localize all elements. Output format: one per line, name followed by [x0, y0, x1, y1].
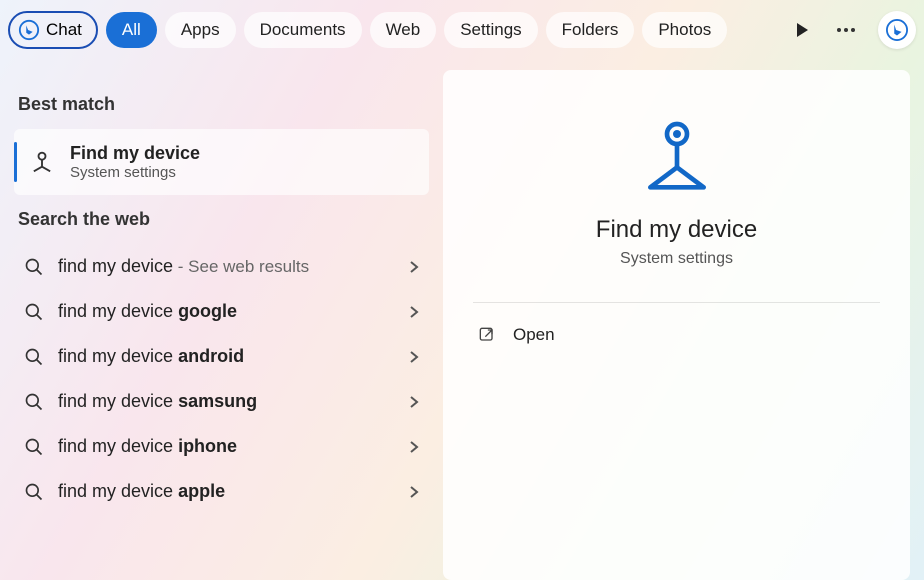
best-match-item[interactable]: Find my device System settings — [14, 129, 429, 195]
web-result-item[interactable]: find my device - See web results — [14, 244, 429, 289]
detail-subtitle: System settings — [620, 250, 733, 268]
play-button[interactable] — [784, 12, 820, 48]
web-results-list: find my device - See web results find my… — [14, 244, 429, 514]
play-icon — [795, 22, 809, 38]
bing-icon — [886, 19, 908, 41]
tab-all[interactable]: All — [106, 12, 157, 48]
chevron-right-icon — [409, 485, 419, 499]
web-result-text: find my device iphone — [58, 436, 395, 457]
detail-title: Find my device — [596, 216, 757, 244]
web-result-item[interactable]: find my device apple — [14, 469, 429, 514]
tab-folders[interactable]: Folders — [546, 12, 635, 48]
chevron-right-icon — [409, 395, 419, 409]
search-icon — [24, 437, 44, 457]
tab-documents[interactable]: Documents — [244, 12, 362, 48]
detail-divider — [473, 302, 880, 303]
best-match-subtitle: System settings — [70, 164, 200, 181]
web-result-text: find my device apple — [58, 481, 395, 502]
detail-find-my-device-icon — [637, 114, 717, 194]
web-result-item[interactable]: find my device android — [14, 334, 429, 379]
chevron-right-icon — [409, 350, 419, 364]
best-match-heading: Best match — [18, 94, 429, 115]
tab-apps[interactable]: Apps — [165, 12, 236, 48]
web-result-item[interactable]: find my device iphone — [14, 424, 429, 469]
search-icon — [24, 392, 44, 412]
detail-panel: Find my device System settings Open — [443, 70, 910, 580]
search-icon — [24, 302, 44, 322]
best-match-text: Find my device System settings — [70, 143, 200, 181]
chat-label: Chat — [46, 20, 82, 40]
chat-button[interactable]: Chat — [8, 11, 98, 49]
web-result-item[interactable]: find my device samsung — [14, 379, 429, 424]
search-icon — [24, 257, 44, 277]
web-result-text: find my device android — [58, 346, 395, 367]
open-icon — [477, 325, 497, 345]
tab-settings[interactable]: Settings — [444, 12, 537, 48]
open-label: Open — [513, 325, 555, 345]
search-web-heading: Search the web — [18, 209, 429, 230]
bing-button[interactable] — [878, 11, 916, 49]
search-icon — [24, 482, 44, 502]
chevron-right-icon — [409, 305, 419, 319]
web-result-text: find my device google — [58, 301, 395, 322]
bing-chat-icon — [18, 19, 40, 41]
open-action[interactable]: Open — [473, 315, 880, 355]
best-match-title: Find my device — [70, 143, 200, 164]
chevron-right-icon — [409, 260, 419, 274]
tab-photos[interactable]: Photos — [642, 12, 727, 48]
content: Best match Find my device System setting… — [0, 60, 924, 580]
more-button[interactable] — [828, 12, 864, 48]
results-panel: Best match Find my device System setting… — [14, 70, 429, 580]
tab-web[interactable]: Web — [370, 12, 437, 48]
chevron-right-icon — [409, 440, 419, 454]
search-icon — [24, 347, 44, 367]
more-icon — [836, 27, 856, 33]
find-my-device-icon — [28, 148, 56, 176]
web-result-item[interactable]: find my device google — [14, 289, 429, 334]
top-bar: Chat All Apps Documents Web Settings Fol… — [0, 0, 924, 60]
web-result-text: find my device samsung — [58, 391, 395, 412]
filter-tabs: All Apps Documents Web Settings Folders … — [106, 12, 727, 48]
web-result-text: find my device - See web results — [58, 256, 395, 277]
